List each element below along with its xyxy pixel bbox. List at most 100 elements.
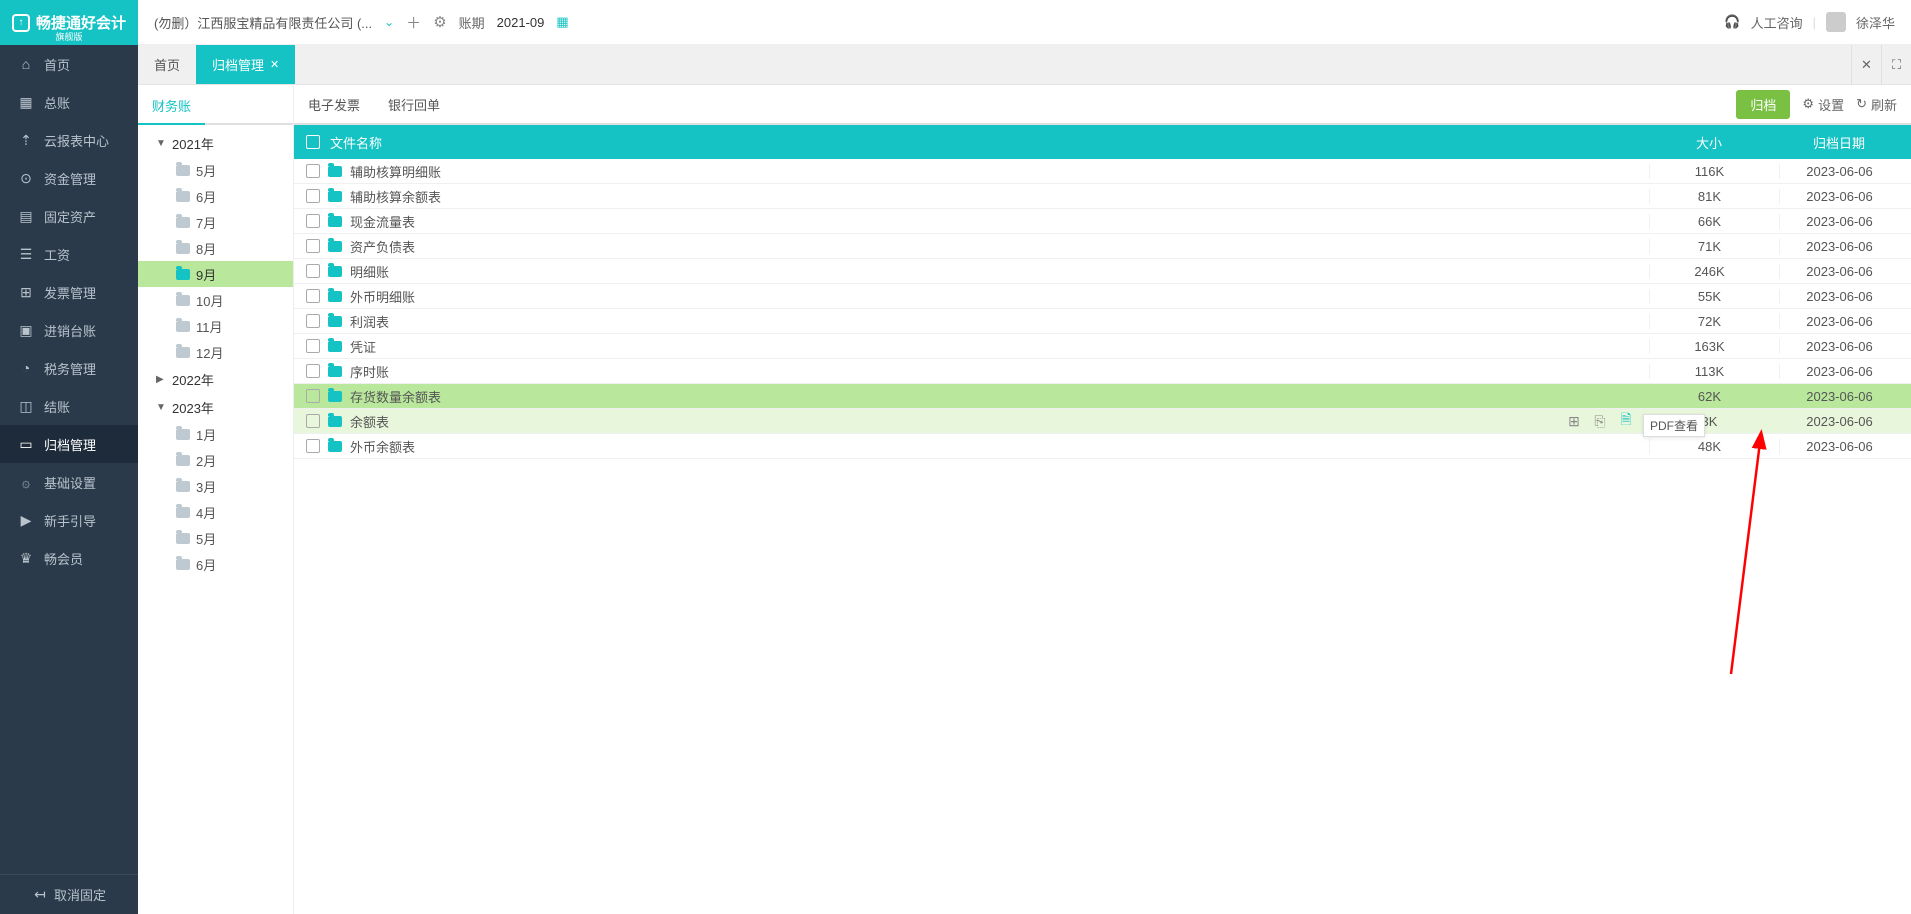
folder-icon <box>176 269 190 280</box>
sidebar-item-12[interactable]: ▶新手引导 <box>0 501 138 539</box>
cell-name: 明细账 <box>306 262 1639 281</box>
row-checkbox[interactable] <box>306 214 320 228</box>
table-row[interactable]: 序时账 113K 2023-06-06 <box>294 359 1911 384</box>
sidebar-item-10[interactable]: ▭归档管理 <box>0 425 138 463</box>
gear-icon[interactable]: ⚙ <box>433 13 446 31</box>
month-label: 1月 <box>196 425 216 444</box>
sidebar-item-13[interactable]: ♛畅会员 <box>0 539 138 577</box>
tree-month[interactable]: 10月 <box>138 287 293 313</box>
sidebar-item-2[interactable]: ⇡云报表中心 <box>0 121 138 159</box>
tree-month[interactable]: 8月 <box>138 235 293 261</box>
folder-icon <box>328 391 342 402</box>
row-checkbox[interactable] <box>306 339 320 353</box>
select-all-checkbox[interactable] <box>306 135 320 149</box>
table-row[interactable]: 外币明细账 55K 2023-06-06 <box>294 284 1911 309</box>
table-row[interactable]: 外币余额表 48K 2023-06-06 <box>294 434 1911 459</box>
archive-button[interactable]: 归档 <box>1736 90 1790 119</box>
folder-icon <box>176 295 190 306</box>
row-checkbox[interactable] <box>306 389 320 403</box>
row-checkbox[interactable] <box>306 264 320 278</box>
tree-month[interactable]: 2月 <box>138 447 293 473</box>
brand-edition: 旗舰版 <box>55 30 82 43</box>
cell-name: 辅助核算余额表 <box>306 187 1639 206</box>
avatar[interactable] <box>1826 12 1846 32</box>
sidebar-collapse[interactable]: ↤ 取消固定 <box>0 874 138 914</box>
tab-fullscreen[interactable]: ⛶ <box>1881 45 1911 85</box>
tree-month[interactable]: 7月 <box>138 209 293 235</box>
support-icon[interactable]: 🎧 <box>1724 14 1740 30</box>
content: 财务账 ▼2021年5月6月7月8月9月10月11月12月▶2022年▼2023… <box>138 85 1911 914</box>
month-label: 6月 <box>196 187 216 206</box>
brand-logo[interactable]: 畅捷通好会计 旗舰版 <box>0 0 138 45</box>
refresh-button[interactable]: ↻刷新 <box>1856 95 1897 114</box>
export-excel-icon[interactable]: ⊞ <box>1565 412 1583 430</box>
sidebar-item-7[interactable]: ▣进销台账 <box>0 311 138 349</box>
calendar-icon[interactable]: ▦ <box>556 14 568 30</box>
row-checkbox[interactable] <box>306 314 320 328</box>
table-row[interactable]: 辅助核算余额表 81K 2023-06-06 <box>294 184 1911 209</box>
settings-button[interactable]: ⚙设置 <box>1802 95 1844 114</box>
file-name: 余额表 <box>350 412 389 431</box>
sidebar-item-9[interactable]: ◫结账 <box>0 387 138 425</box>
table-row[interactable]: 利润表 72K 2023-06-06 <box>294 309 1911 334</box>
cell-size: 113K <box>1649 364 1769 379</box>
tree-month[interactable]: 6月 <box>138 183 293 209</box>
table-row[interactable]: 凭证 163K 2023-06-06 <box>294 334 1911 359</box>
table-row[interactable]: 资产负债表 71K 2023-06-06 <box>294 234 1911 259</box>
tree-month[interactable]: 5月 <box>138 525 293 551</box>
sidebar-item-3[interactable]: ⊙资金管理 <box>0 159 138 197</box>
cell-date: 2023-06-06 <box>1779 364 1899 379</box>
subtab-2[interactable]: 银行回单 <box>374 87 454 122</box>
tree-month[interactable]: 11月 <box>138 313 293 339</box>
sidebar-item-1[interactable]: ▦总账 <box>0 83 138 121</box>
tree-month[interactable]: 3月 <box>138 473 293 499</box>
sidebar-item-6[interactable]: ⊞发票管理 <box>0 273 138 311</box>
tree-year-1[interactable]: ▶2022年 <box>138 365 293 393</box>
row-checkbox[interactable] <box>306 414 320 428</box>
tree-year-0[interactable]: ▼2021年 <box>138 129 293 157</box>
tab-1[interactable]: 归档管理✕ <box>196 45 295 84</box>
tree-month[interactable]: 12月 <box>138 339 293 365</box>
tree-year-2[interactable]: ▼2023年 <box>138 393 293 421</box>
subtab-1[interactable]: 电子发票 <box>294 87 374 122</box>
table-row[interactable]: 存货数量余额表 62K 2023-06-06 <box>294 384 1911 409</box>
period-value[interactable]: 2021-09 <box>497 15 545 30</box>
tab-0[interactable]: 首页 <box>138 45 196 84</box>
table-row[interactable]: 现金流量表 66K 2023-06-06 <box>294 209 1911 234</box>
tree-month[interactable]: 4月 <box>138 499 293 525</box>
brand-icon <box>12 14 30 32</box>
add-icon[interactable]: ＋ <box>406 12 421 33</box>
export-pdf-icon[interactable]: ⎘ <box>1591 412 1609 430</box>
subtab-0[interactable]: 财务账 <box>138 88 205 123</box>
close-icon[interactable]: ✕ <box>270 58 279 71</box>
table-row[interactable]: 辅助核算明细账 116K 2023-06-06 <box>294 159 1911 184</box>
company-selector[interactable]: (勿删）江西服宝精品有限责任公司 (... <box>154 13 372 32</box>
row-checkbox[interactable] <box>306 239 320 253</box>
support-label[interactable]: 人工咨询 <box>1751 13 1803 32</box>
row-checkbox[interactable] <box>306 164 320 178</box>
row-checkbox[interactable] <box>306 364 320 378</box>
user-name[interactable]: 徐泽华 <box>1856 13 1895 32</box>
file-name: 存货数量余额表 <box>350 387 441 406</box>
sidebar-item-4[interactable]: ▤固定资产 <box>0 197 138 235</box>
row-checkbox[interactable] <box>306 439 320 453</box>
row-checkbox[interactable] <box>306 289 320 303</box>
sidebar-item-5[interactable]: ☰工资 <box>0 235 138 273</box>
tab-close-all[interactable]: ✕ <box>1851 45 1881 85</box>
view-pdf-icon[interactable]: 🗎 <box>1617 412 1635 430</box>
sidebar-item-0[interactable]: ⌂首页 <box>0 45 138 83</box>
tree-month[interactable]: 1月 <box>138 421 293 447</box>
row-checkbox[interactable] <box>306 189 320 203</box>
nav-icon: ◫ <box>18 398 34 414</box>
nav-label: 总账 <box>44 93 70 112</box>
nav-icon: ▶ <box>18 512 34 528</box>
cell-name: 资产负债表 <box>306 237 1639 256</box>
company-chevron-icon[interactable]: ⌄ <box>384 15 394 29</box>
sidebar-item-8[interactable]: ◔税务管理 <box>0 349 138 387</box>
tree-month[interactable]: 5月 <box>138 157 293 183</box>
table-row[interactable]: 余额表 ⊞ ⎘ 🗎 PDF查看 3K 2023-06-06 <box>294 409 1911 434</box>
tree-month[interactable]: 6月 <box>138 551 293 577</box>
sidebar-item-11[interactable]: ۞基础设置 <box>0 463 138 501</box>
tree-month[interactable]: 9月 <box>138 261 293 287</box>
table-row[interactable]: 明细账 246K 2023-06-06 <box>294 259 1911 284</box>
